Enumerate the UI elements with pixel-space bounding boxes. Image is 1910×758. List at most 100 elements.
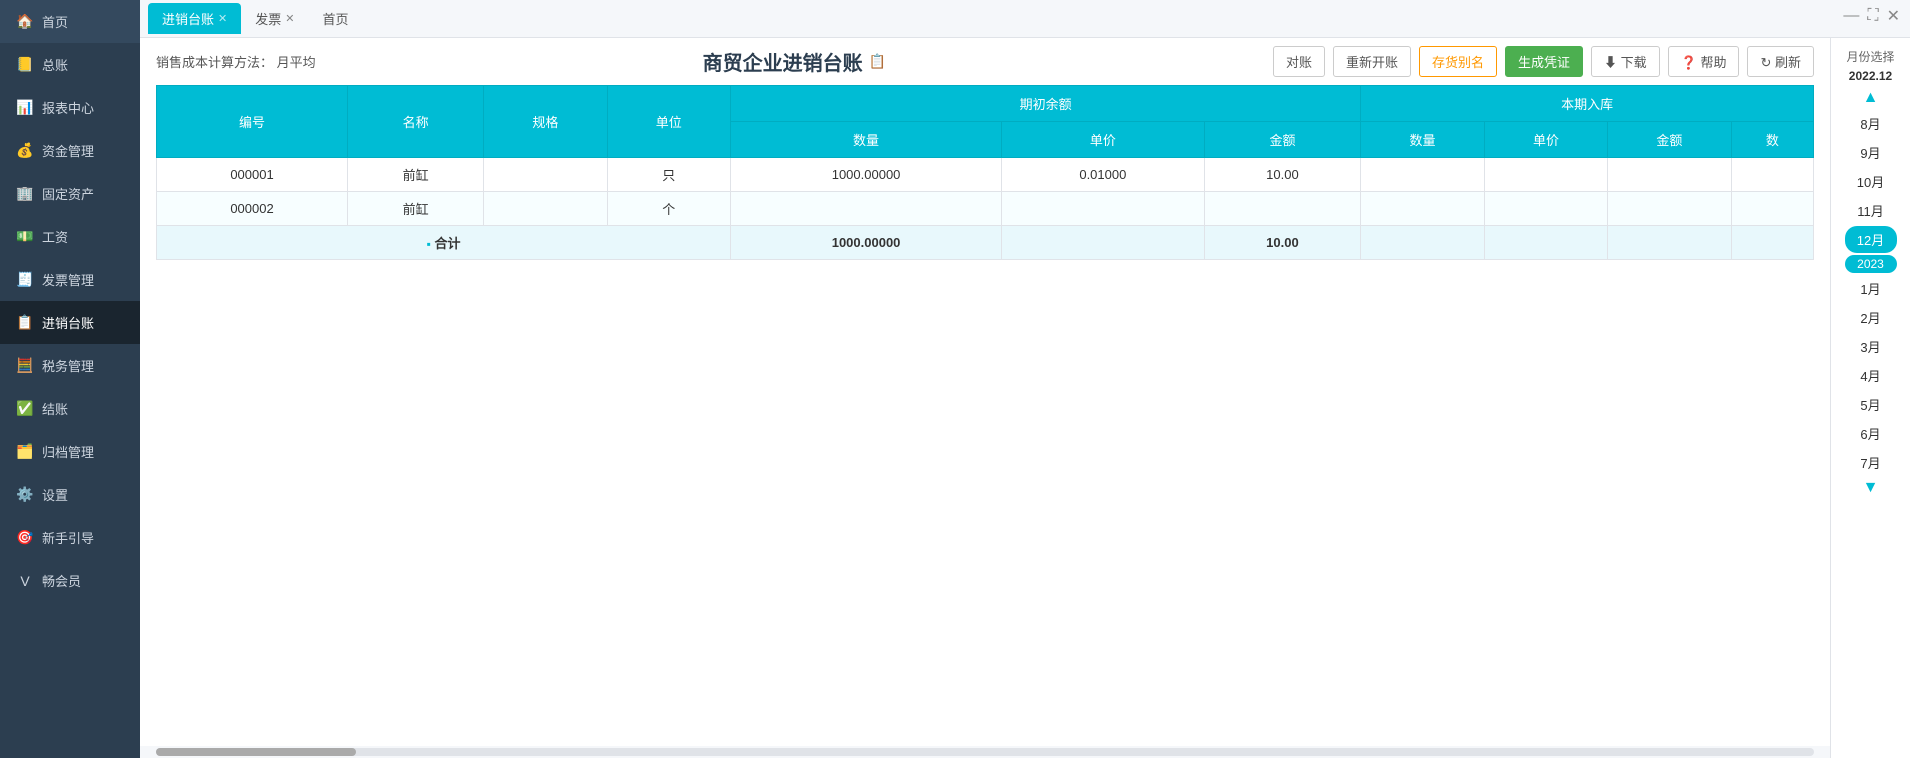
sidebar-label-guide: 新手引导	[42, 528, 94, 547]
cell-qi-price	[1002, 192, 1204, 226]
sidebar-item-settings[interactable]: ⚙️ 设置	[0, 473, 140, 516]
minimize-button[interactable]: —	[1843, 7, 1859, 25]
total-label: ▪ 合计	[157, 226, 731, 260]
tab-进销台账[interactable]: 进销台账✕	[148, 3, 241, 34]
cell-name: 前缸	[348, 158, 484, 192]
month-scroll-up[interactable]: ▲	[1845, 87, 1897, 109]
cell-in-amount	[1608, 158, 1731, 192]
month-panel-title: 月份选择	[1846, 44, 1894, 67]
month-7[interactable]: 7月	[1845, 449, 1897, 476]
sidebar-item-salary[interactable]: 💵工资	[0, 215, 140, 258]
sidebar-item-purchase-sales[interactable]: 📋 进销台账	[0, 301, 140, 344]
cell-in-qty	[1361, 192, 1484, 226]
cell-in-price	[1484, 158, 1607, 192]
sidebar-label-settings: 设置	[42, 485, 68, 504]
month-12-active[interactable]: 12月	[1845, 226, 1897, 253]
tab-label: 首页	[322, 9, 348, 28]
col-in-amount: 金额	[1608, 122, 1731, 158]
month-9[interactable]: 9月	[1845, 139, 1897, 166]
tab-首页[interactable]: 首页	[308, 3, 362, 34]
sidebar-item-invoice-mgmt[interactable]: 🧾发票管理	[0, 258, 140, 301]
month-3[interactable]: 3月	[1845, 333, 1897, 360]
sidebar-item-archive[interactable]: 🗂️归档管理	[0, 430, 140, 473]
close-button[interactable]: ✕	[1887, 6, 1900, 26]
cell-name: 前缸	[348, 192, 484, 226]
tab-close-进销台账[interactable]: ✕	[218, 12, 227, 25]
sidebar-label-funds: 资金管理	[42, 141, 94, 160]
sidebar-item-guide[interactable]: 🎯 新手引导	[0, 516, 140, 559]
scrollbar[interactable]	[140, 746, 1830, 758]
edit-icon[interactable]: 📋	[869, 53, 886, 70]
generate-voucher-button[interactable]: 生成凭证	[1505, 46, 1583, 77]
tab-label: 发票	[255, 9, 281, 28]
sidebar-item-vip[interactable]: V畅会员	[0, 559, 140, 602]
sidebar-item-funds[interactable]: 💰 资金管理	[0, 129, 140, 172]
reopen-button[interactable]: 重新开账	[1333, 46, 1411, 77]
sidebar-label-home: 首页	[42, 12, 68, 31]
toolbar: 销售成本计算方法： 月平均 商贸企业进销台账 📋 对账 重新开账 存货别名 生成…	[140, 38, 1830, 85]
col-unit: 单位	[607, 86, 730, 158]
cell-in-extra	[1731, 192, 1813, 226]
sidebar-item-assets[interactable]: 🏢固定资产	[0, 172, 140, 215]
sidebar-icon-reports: 📊	[16, 99, 34, 116]
total-qi-price	[1002, 226, 1204, 260]
sidebar-label-purchase-sales: 进销台账	[42, 313, 94, 332]
month-6[interactable]: 6月	[1845, 420, 1897, 447]
sidebar-label-archive: 归档管理	[42, 442, 94, 461]
sidebar-icon-checkout: ✅	[16, 400, 34, 417]
total-in-amount	[1608, 226, 1731, 260]
month-2[interactable]: 2月	[1845, 304, 1897, 331]
month-1[interactable]: 1月	[1845, 275, 1897, 302]
sidebar-icon-assets: 🏢	[16, 185, 34, 202]
sidebar-item-checkout[interactable]: ✅结账	[0, 387, 140, 430]
cell-spec	[484, 158, 607, 192]
total-qi-amount: 10.00	[1204, 226, 1361, 260]
sidebar-icon-settings: ⚙️	[16, 486, 34, 503]
sidebar-icon-funds: 💰	[16, 142, 34, 159]
col-spec: 规格	[484, 86, 607, 158]
col-id: 编号	[157, 86, 348, 158]
cost-method-label: 销售成本计算方法：	[156, 55, 273, 70]
sidebar-icon-tax: 🧮	[16, 357, 34, 374]
maximize-button[interactable]: ⛶	[1867, 7, 1878, 25]
sidebar-label-invoice-mgmt: 发票管理	[42, 270, 94, 289]
year-2023-marker: 2023	[1845, 255, 1897, 273]
sidebar-item-reports[interactable]: 📊报表中心	[0, 86, 140, 129]
download-button[interactable]: ⬇ 下载	[1591, 46, 1660, 77]
main-table: 编号 名称 规格 单位 期初余额 本期入库 数量 单价 金额 数量	[156, 85, 1814, 260]
cell-id: 000001	[157, 158, 348, 192]
sidebar-icon-home: 🏠	[16, 13, 34, 30]
col-qi-price: 单价	[1002, 122, 1204, 158]
sidebar-label-salary: 工资	[42, 227, 68, 246]
sidebar-icon-purchase-sales: 📋	[16, 314, 34, 331]
month-5[interactable]: 5月	[1845, 391, 1897, 418]
month-10[interactable]: 10月	[1845, 168, 1897, 195]
sidebar-label-ledger: 总账	[42, 55, 68, 74]
sidebar-item-ledger[interactable]: 📒总账	[0, 43, 140, 86]
month-scroll-down[interactable]: ▼	[1845, 477, 1897, 499]
month-8[interactable]: 8月	[1845, 110, 1897, 137]
table-row: 000001 前缸 只 1000.00000 0.01000 10.00	[157, 158, 1814, 192]
tab-发票[interactable]: 发票 ✕	[241, 3, 308, 34]
cell-unit: 只	[607, 158, 730, 192]
cell-qi-price: 0.01000	[1002, 158, 1204, 192]
sidebar-item-home[interactable]: 🏠 首页	[0, 0, 140, 43]
cell-qi-amount: 10.00	[1204, 158, 1361, 192]
month-4[interactable]: 4月	[1845, 362, 1897, 389]
month-11[interactable]: 11月	[1845, 197, 1897, 224]
reconcile-button[interactable]: 对账	[1273, 46, 1325, 77]
save-alias-button[interactable]: 存货别名	[1419, 46, 1497, 77]
refresh-button[interactable]: ↻ 刷新	[1747, 46, 1814, 77]
col-in-qty: 数量	[1361, 122, 1484, 158]
sidebar-icon-guide: 🎯	[16, 529, 34, 546]
cell-in-price	[1484, 192, 1607, 226]
help-button[interactable]: ❓ 帮助	[1668, 46, 1740, 77]
period-initial-header: 期初余额	[731, 86, 1361, 122]
sidebar-label-tax: 税务管理	[42, 356, 94, 375]
sidebar-item-tax[interactable]: 🧮 税务管理	[0, 344, 140, 387]
cell-qi-qty	[731, 192, 1002, 226]
cell-in-amount	[1608, 192, 1731, 226]
month-panel-year-2022: 2022.12	[1849, 67, 1892, 87]
tab-close-发票[interactable]: ✕	[285, 12, 294, 25]
cell-spec	[484, 192, 607, 226]
